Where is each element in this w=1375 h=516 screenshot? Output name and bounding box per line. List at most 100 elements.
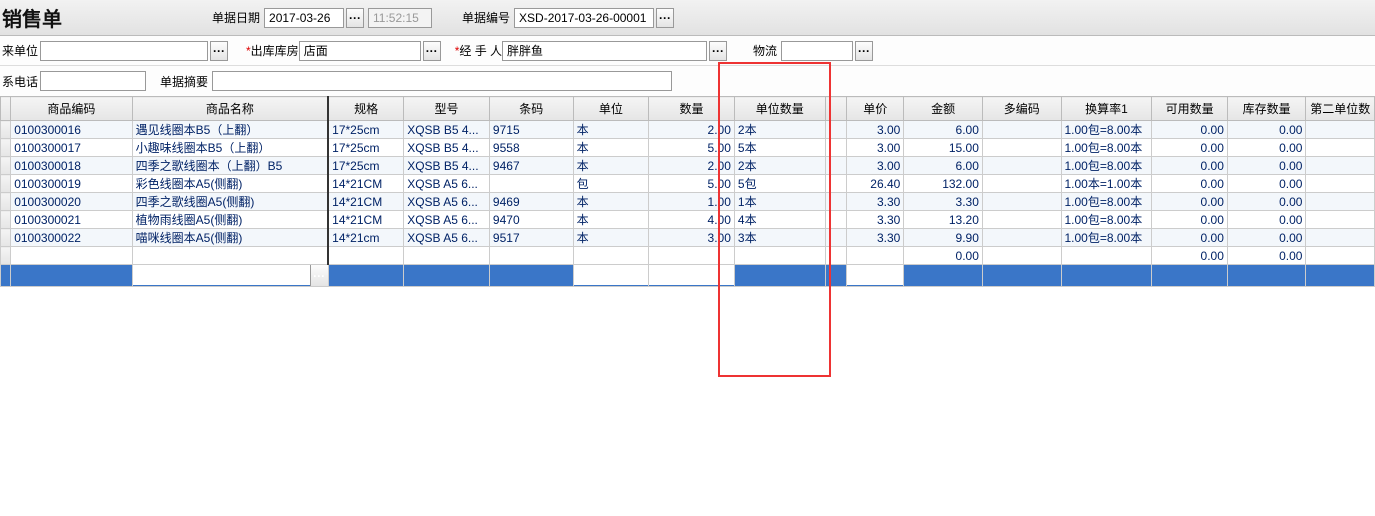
cell-name[interactable]: 四季之歌线圈本（上翻）B5 — [132, 157, 328, 175]
warehouse-picker-button[interactable]: ··· — [423, 41, 441, 61]
cell-avail[interactable]: 0.00 — [1152, 175, 1228, 193]
cell-gutter[interactable] — [825, 121, 846, 139]
edit-cell-name[interactable]: ··· — [132, 265, 328, 287]
cell-stock[interactable]: 0.00 — [1227, 139, 1306, 157]
party-picker-button[interactable]: ··· — [210, 41, 228, 61]
table-row[interactable]: 0100300016遇见线圈本B5（上翻）17*25cmXQSB B5 4...… — [1, 121, 1375, 139]
cell-multi[interactable] — [982, 193, 1061, 211]
cell-avail[interactable]: 0.00 — [1152, 193, 1228, 211]
col-header[interactable]: 单位 — [573, 97, 649, 121]
cell-price[interactable]: 3.00 — [847, 139, 904, 157]
cell-amount[interactable]: 3.30 — [904, 193, 983, 211]
table-row[interactable]: 0100300021植物雨线圈A5(侧翻)14*21CMXQSB A5 6...… — [1, 211, 1375, 229]
cell-rate[interactable]: 1.00本=1.00本 — [1061, 175, 1152, 193]
cell-unitqty[interactable]: 1本 — [734, 193, 825, 211]
cell-spec[interactable]: 17*25cm — [328, 139, 404, 157]
cell-name[interactable]: 四季之歌线圈A5(侧翻) — [132, 193, 328, 211]
cell-qty[interactable]: 2.00 — [649, 121, 735, 139]
edit-cell-gutter[interactable] — [1, 265, 11, 287]
cell-barcode[interactable] — [489, 247, 573, 265]
edit-cell-avail[interactable] — [1152, 265, 1228, 287]
cell-barcode[interactable]: 9517 — [489, 229, 573, 247]
cell-multi[interactable] — [982, 229, 1061, 247]
edit-cell-rate[interactable] — [1061, 265, 1152, 287]
cell-unitqty[interactable]: 5包 — [734, 175, 825, 193]
cell-multi[interactable] — [982, 139, 1061, 157]
cell-gutter[interactable] — [825, 229, 846, 247]
cell-amount[interactable]: 15.00 — [904, 139, 983, 157]
cell-spec[interactable]: 14*21cm — [328, 229, 404, 247]
edit-input[interactable] — [649, 265, 734, 285]
cell-gutter[interactable] — [1, 175, 11, 193]
cell-spec[interactable]: 17*25cm — [328, 121, 404, 139]
cell-unitqty[interactable]: 3本 — [734, 229, 825, 247]
cell-model[interactable]: XQSB A5 6... — [404, 211, 490, 229]
cell-code[interactable]: 0100300022 — [11, 229, 132, 247]
edit-cell-unitqty[interactable] — [734, 265, 825, 287]
cell-amount[interactable]: 13.20 — [904, 211, 983, 229]
cell-gutter[interactable] — [1, 193, 11, 211]
col-header[interactable] — [1, 97, 11, 121]
cell-price[interactable]: 3.30 — [847, 211, 904, 229]
edit-cell-gutter[interactable] — [1306, 265, 1375, 287]
cell-gutter[interactable] — [1306, 193, 1375, 211]
cell-code[interactable]: 0100300021 — [11, 211, 132, 229]
cell-model[interactable] — [404, 247, 490, 265]
cell-code[interactable]: 0100300016 — [11, 121, 132, 139]
cell-multi[interactable] — [982, 121, 1061, 139]
table-row[interactable]: 0100300020四季之歌线圈A5(侧翻)14*21CMXQSB A5 6..… — [1, 193, 1375, 211]
warehouse-input[interactable] — [299, 41, 421, 61]
cell-avail[interactable]: 0.00 — [1152, 157, 1228, 175]
edit-input[interactable] — [847, 265, 904, 285]
cell-model[interactable]: XQSB A5 6... — [404, 229, 490, 247]
col-header[interactable]: 可用数量 — [1152, 97, 1228, 121]
cell-multi[interactable] — [982, 211, 1061, 229]
col-header[interactable]: 换算率1 — [1061, 97, 1152, 121]
handler-picker-button[interactable]: ··· — [709, 41, 727, 61]
cell-gutter[interactable] — [1, 121, 11, 139]
cell-name[interactable]: 喵咪线圈本A5(侧翻) — [132, 229, 328, 247]
cell-avail[interactable]: 0.00 — [1152, 139, 1228, 157]
cell-stock[interactable]: 0.00 — [1227, 157, 1306, 175]
summary-input[interactable] — [212, 71, 672, 91]
cell-gutter[interactable] — [825, 211, 846, 229]
edit-input[interactable] — [133, 265, 310, 285]
edit-cell-gutter[interactable] — [825, 265, 846, 287]
cell-qty[interactable] — [649, 247, 735, 265]
cell-rate[interactable] — [1061, 247, 1152, 265]
cell-code[interactable]: 0100300018 — [11, 157, 132, 175]
cell-name[interactable]: 遇见线圈本B5（上翻） — [132, 121, 328, 139]
cell-unitqty[interactable]: 5本 — [734, 139, 825, 157]
cell-barcode[interactable]: 9469 — [489, 193, 573, 211]
cell-qty[interactable]: 5.00 — [649, 175, 735, 193]
cell-spec[interactable]: 17*25cm — [328, 157, 404, 175]
cell-stock[interactable]: 0.00 — [1227, 211, 1306, 229]
edit-cell-barcode[interactable] — [489, 265, 573, 287]
edit-input[interactable] — [574, 265, 649, 285]
col-header[interactable]: 第二单位数 — [1306, 97, 1375, 121]
cell-gutter[interactable] — [1306, 139, 1375, 157]
edit-cell-model[interactable] — [404, 265, 490, 287]
cell-amount[interactable]: 6.00 — [904, 157, 983, 175]
table-row[interactable]: 0100300022喵咪线圈本A5(侧翻)14*21cmXQSB A5 6...… — [1, 229, 1375, 247]
edit-row[interactable]: ············ — [1, 265, 1375, 287]
cell-gutter[interactable] — [1306, 175, 1375, 193]
handler-input[interactable] — [502, 41, 707, 61]
cell-price[interactable]: 26.40 — [847, 175, 904, 193]
edit-cell-multi[interactable] — [982, 265, 1061, 287]
cell-gutter[interactable] — [1, 139, 11, 157]
docno-input[interactable] — [514, 8, 654, 28]
cell-price[interactable]: 3.00 — [847, 157, 904, 175]
col-header[interactable]: 金额 — [904, 97, 983, 121]
cell-code[interactable]: 0100300019 — [11, 175, 132, 193]
cell-amount[interactable]: 132.00 — [904, 175, 983, 193]
cell-price[interactable]: 3.30 — [847, 229, 904, 247]
col-header[interactable]: 商品名称 — [132, 97, 328, 121]
docno-picker-button[interactable]: ··· — [656, 8, 674, 28]
cell-gutter[interactable] — [1, 247, 11, 265]
cell-unitqty[interactable]: 2本 — [734, 121, 825, 139]
date-input[interactable] — [264, 8, 344, 28]
cell-stock[interactable]: 0.00 — [1227, 247, 1306, 265]
cell-name[interactable]: 彩色线圈本A5(侧翻) — [132, 175, 328, 193]
cell-price[interactable]: 3.30 — [847, 193, 904, 211]
